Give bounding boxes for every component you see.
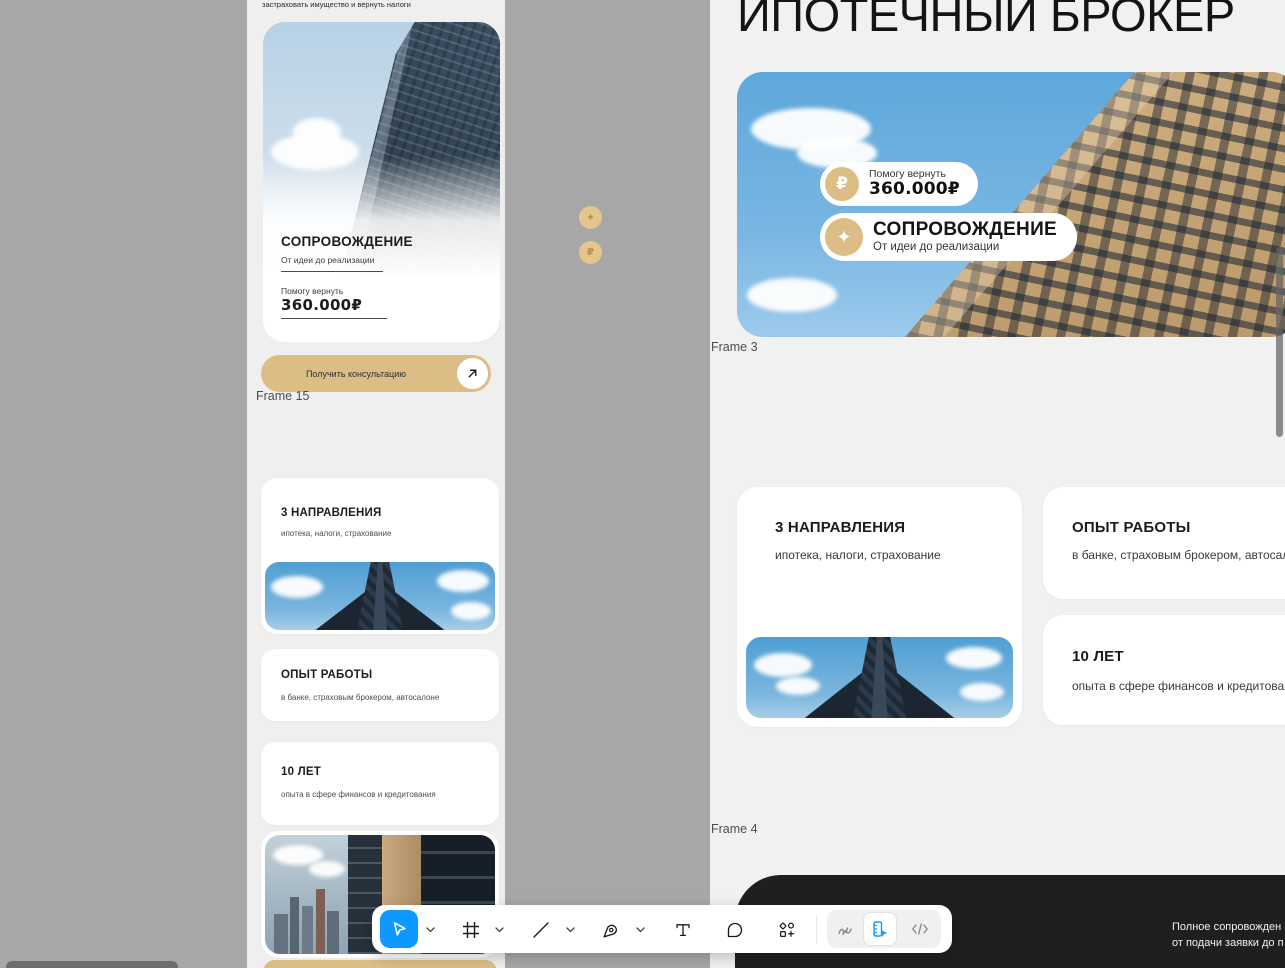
underline <box>281 271 383 272</box>
consultation-button[interactable]: Получить консультацию <box>261 355 491 392</box>
measure-tool-button[interactable] <box>863 912 897 946</box>
vertical-scrollbar-thumb[interactable] <box>1276 247 1283 437</box>
card-title: 10 ЛЕТ <box>1072 648 1124 665</box>
figma-canvas[interactable]: застраховать имущество и вернуть налоги … <box>0 0 1285 968</box>
refund-label: Помогу вернуть <box>281 286 344 296</box>
measure-ruler-icon <box>873 921 888 937</box>
sparkle-icon: ✦ <box>825 218 863 256</box>
arrow-circle <box>457 358 488 389</box>
mobile-card-years[interactable]: 10 ЛЕТ опыта в сфере финансов и кредитов… <box>261 742 499 825</box>
draw-squiggle-icon <box>838 927 852 936</box>
ruble-icon: ₽ <box>825 167 859 201</box>
card-subtitle: ипотека, налоги, страхование <box>281 529 392 538</box>
code-tool-button[interactable] <box>907 916 933 942</box>
badge-subheading: От идеи до реализации <box>873 241 1000 254</box>
card-title: ОПЫТ РАБОТЫ <box>1072 519 1191 536</box>
line-icon <box>533 922 549 938</box>
card-title: 10 ЛЕТ <box>281 766 321 778</box>
line-tool-chevron[interactable] <box>565 926 575 934</box>
desktop-hero-image[interactable]: ₽ Помогу вернуть 360.000₽ ✦ СОПРОВОЖДЕНИ… <box>737 72 1285 337</box>
refund-badge[interactable]: ₽ Помогу вернуть 360.000₽ <box>820 162 978 206</box>
text-icon <box>676 924 690 937</box>
underline <box>281 318 387 319</box>
move-tool-button[interactable] <box>380 910 418 948</box>
desktop-design-frame[interactable]: ИПОТЕЧНЫЙ БРОКЕР ₽ Помогу вернуть 360.00… <box>710 0 1285 968</box>
comment-icon <box>727 922 743 938</box>
line-tool-button[interactable] <box>530 919 552 941</box>
ruble-icon[interactable]: ₽ <box>579 241 602 264</box>
move-cursor-icon <box>393 922 406 936</box>
sparkle-icon[interactable]: ✦ <box>579 206 602 229</box>
code-icon <box>912 923 928 935</box>
move-tool-chevron[interactable] <box>425 926 435 934</box>
card-subtitle: опыта в сфере финансов и кредитования <box>1072 679 1285 693</box>
toolbar-divider <box>816 915 817 943</box>
actions-icon <box>779 922 795 938</box>
desktop-card-years[interactable]: 10 ЛЕТ опыта в сфере финансов и кредитов… <box>1043 615 1285 725</box>
pen-tool-button[interactable] <box>600 919 622 941</box>
pen-tool-chevron[interactable] <box>635 926 645 934</box>
pen-icon <box>603 924 617 938</box>
dark-text-line2: от подачи заявки до п <box>1172 936 1284 949</box>
text-tool-button[interactable] <box>672 919 694 941</box>
card-subtitle: опыта в сфере финансов и кредитования <box>281 790 436 799</box>
mode-toggle-group <box>827 910 941 948</box>
card-subtitle: в банке, страховым брокером, автосалоне <box>1072 548 1285 562</box>
frame-label-15[interactable]: Frame 15 <box>256 389 310 403</box>
support-badge[interactable]: ✦ СОПРОВОЖДЕНИЕ От идеи до реализации <box>820 213 1077 261</box>
page-title: ИПОТЕЧНЫЙ БРОКЕР <box>737 0 1235 41</box>
horizontal-scrollbar-thumb[interactable] <box>6 961 178 968</box>
frame-tool-chevron[interactable] <box>494 926 504 934</box>
refund-amount: 360.000₽ <box>869 179 960 200</box>
badge-heading: СОПРОВОЖДЕНИЕ <box>873 219 1057 241</box>
card-title: 3 НАПРАВЛЕНИЯ <box>775 519 906 536</box>
figma-toolbar <box>372 905 952 953</box>
mobile-design-frame[interactable]: застраховать имущество и вернуть налоги … <box>247 0 505 968</box>
mobile-top-caption: застраховать имущество и вернуть налоги <box>262 0 411 9</box>
frame-icon <box>463 922 479 938</box>
dark-section-text: Полное сопровожден от подачи заявки до п <box>1172 920 1284 951</box>
dark-text-line1: Полное сопровожден <box>1172 921 1282 933</box>
frame-tool-button[interactable] <box>460 919 482 941</box>
comment-tool-button[interactable] <box>724 919 746 941</box>
refund-amount: 360.000₽ <box>281 296 363 314</box>
hero-subheading: От идеи до реализации <box>281 255 375 265</box>
hero-heading: СОПРОВОЖДЕНИЕ <box>281 234 413 249</box>
card-title: ОПЫТ РАБОТЫ <box>281 669 373 681</box>
mobile-gold-button-partial[interactable] <box>263 960 497 968</box>
mobile-hero-image[interactable]: СОПРОВОЖДЕНИЕ От идеи до реализации Помо… <box>263 22 500 342</box>
draw-tool-button[interactable] <box>832 916 858 942</box>
mobile-card-directions[interactable]: 3 НАПРАВЛЕНИЯ ипотека, налоги, страхован… <box>261 478 499 634</box>
desktop-card-directions[interactable]: 3 НАПРАВЛЕНИЯ ипотека, налоги, страхован… <box>737 487 1022 727</box>
card-title: 3 НАПРАВЛЕНИЯ <box>281 507 382 519</box>
frame-label-4[interactable]: Frame 4 <box>711 822 758 836</box>
frame-label-3[interactable]: Frame 3 <box>711 340 758 354</box>
actions-tool-button[interactable] <box>776 919 798 941</box>
tower-photo <box>746 637 1013 718</box>
card-subtitle: в банке, страховым брокером, автосалоне <box>281 693 440 702</box>
desktop-card-experience[interactable]: ОПЫТ РАБОТЫ в банке, страховым брокером,… <box>1043 487 1285 599</box>
card-subtitle: ипотека, налоги, страхование <box>775 548 941 562</box>
arrow-up-right-icon <box>468 369 477 378</box>
consultation-button-label: Получить консультацию <box>305 368 407 379</box>
tower-photo <box>265 562 495 630</box>
mobile-card-experience[interactable]: ОПЫТ РАБОТЫ в банке, страховым брокером,… <box>261 649 499 721</box>
